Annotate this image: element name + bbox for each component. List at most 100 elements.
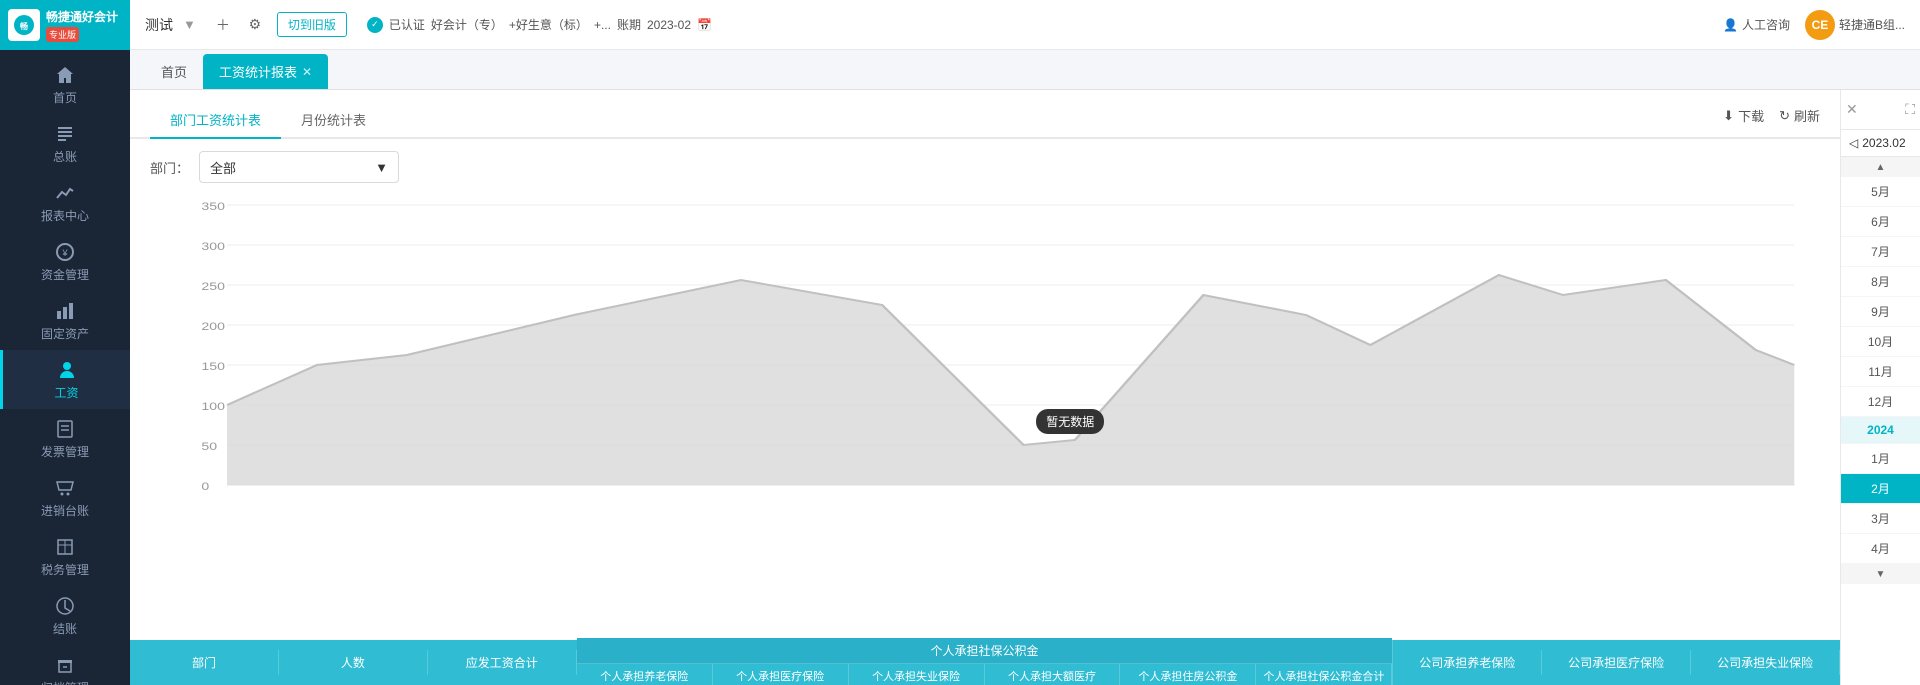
- home-icon: [55, 65, 75, 85]
- tax-icon: [55, 537, 75, 557]
- switch-old-btn[interactable]: 切到旧版: [277, 12, 347, 37]
- left-panel: 部门工资统计表 月份统计表 ⬇ 下载 ↻ 刷新: [130, 90, 1840, 685]
- month-8[interactable]: 8月: [1841, 267, 1920, 297]
- sidebar-item-funds[interactable]: ¥ 资金管理: [0, 232, 130, 291]
- salary-chart: 350 300 250 200 150 100 50 0: [150, 195, 1820, 525]
- col-total-insurance: 个人承担社保公积金合计: [1256, 664, 1392, 685]
- month-2024-2[interactable]: 2月: [1841, 474, 1920, 504]
- status-more: +...: [594, 18, 611, 32]
- subtab-dept-salary[interactable]: 部门工资统计表: [150, 102, 281, 139]
- svg-text:200: 200: [201, 320, 225, 332]
- sidebar-item-close[interactable]: 结账: [0, 586, 130, 645]
- svg-text:250: 250: [201, 280, 225, 292]
- consultant-btn[interactable]: 👤 人工咨询: [1723, 16, 1790, 33]
- sidebar-item-ledger[interactable]: 总账: [0, 114, 130, 173]
- add-btn[interactable]: ＋: [211, 13, 235, 37]
- sidebar-nav: 首页 总账 报表中心 ¥ 资金管理 固定资产 工资 发票管理 进销: [0, 50, 130, 685]
- tabsbar: 首页 工资统计报表 ✕: [130, 50, 1920, 90]
- tab-home[interactable]: 首页: [145, 54, 203, 89]
- refresh-icon: ↻: [1779, 108, 1790, 124]
- table-col-company-pension: 公司承担养老保险: [1393, 650, 1542, 675]
- tab-salary-report[interactable]: 工资统计报表 ✕: [203, 54, 328, 89]
- svg-text:50: 50: [201, 440, 217, 452]
- refresh-btn[interactable]: ↻ 刷新: [1779, 106, 1820, 125]
- subtab-actions: ⬇ 下载 ↻ 刷新: [1723, 106, 1820, 133]
- subtab-monthly[interactable]: 月份统计表: [281, 102, 386, 139]
- sidebar-item-sales[interactable]: 进销台账: [0, 468, 130, 527]
- sidebar-item-reports[interactable]: 报表中心: [0, 173, 130, 232]
- month-2024-3[interactable]: 3月: [1841, 504, 1920, 534]
- dept-filter-select[interactable]: 全部 ▼: [199, 151, 399, 183]
- month-5[interactable]: 5月: [1841, 177, 1920, 207]
- topbar-status: ✓ 已认证 好会计（专） +好生意（标） +... 账期 2023-02 📅: [367, 16, 712, 33]
- sidebar-item-invoice[interactable]: 发票管理: [0, 409, 130, 468]
- month-11[interactable]: 11月: [1841, 357, 1920, 387]
- download-btn[interactable]: ⬇ 下载: [1723, 106, 1764, 125]
- svg-text:畅: 畅: [20, 21, 28, 31]
- close-accounts-icon: [55, 596, 75, 616]
- sidebar-item-archive[interactable]: 归档管理: [0, 645, 130, 685]
- status-certified: 已认证: [389, 16, 425, 33]
- date-nav-down-btn[interactable]: ▼: [1841, 564, 1920, 584]
- reports-icon: [55, 183, 75, 203]
- month-2024-4[interactable]: 4月: [1841, 534, 1920, 564]
- right-panel-header: ✕ ⛶: [1841, 90, 1920, 130]
- sales-icon: [55, 478, 75, 498]
- table-header-group-personal: 个人承担社保公积金 个人承担养老保险 个人承担医疗保险 个人承担失业保险 个人承…: [577, 638, 1394, 685]
- invoice-icon: [55, 419, 75, 439]
- date-current-display: ◁ 2023.02: [1841, 130, 1920, 157]
- sidebar-item-salary[interactable]: 工资: [0, 350, 130, 409]
- year-2024-label: 2024: [1841, 417, 1920, 444]
- svg-text:¥: ¥: [61, 248, 68, 258]
- status-good-accounting: 好会计（专）: [431, 16, 503, 33]
- month-10[interactable]: 10月: [1841, 327, 1920, 357]
- sidebar-item-home[interactable]: 首页: [0, 55, 130, 114]
- month-6[interactable]: 6月: [1841, 207, 1920, 237]
- archive-icon: [55, 655, 75, 675]
- date-picker: ◁ 2023.02 ▲ 5月 6月 7月 8月 9月 10月 11月 12月: [1841, 130, 1920, 685]
- topbar-actions: ＋ ⚙: [211, 13, 267, 37]
- quick-access-btn[interactable]: CE 轻捷通B组...: [1805, 10, 1905, 40]
- col-medical: 个人承担医疗保险: [713, 664, 849, 685]
- year-2024-section: 1月 2月 3月 4月: [1841, 444, 1920, 564]
- content-area: 部门工资统计表 月份统计表 ⬇ 下载 ↻ 刷新: [130, 90, 1920, 685]
- date-nav-up-btn[interactable]: ▲: [1841, 157, 1920, 177]
- filter-label: 部门：: [150, 158, 189, 177]
- sidebar-item-tax[interactable]: 税务管理: [0, 527, 130, 586]
- panel-close-icon[interactable]: ✕: [1846, 101, 1858, 118]
- sidebar: 畅 畅捷通好会计 专业版 首页 总账 报表中心 ¥ 资金管理 固定资产: [0, 0, 130, 685]
- sidebar-item-assets[interactable]: 固定资产: [0, 291, 130, 350]
- calendar-icon[interactable]: 📅: [697, 18, 712, 32]
- month-7[interactable]: 7月: [1841, 237, 1920, 267]
- logo-text: 畅捷通好会计 专业版: [46, 8, 118, 42]
- table-col-dept: 部门: [130, 650, 279, 675]
- col-pension: 个人承担养老保险: [577, 664, 713, 685]
- salary-icon: [57, 360, 77, 380]
- month-12[interactable]: 12月: [1841, 387, 1920, 417]
- col-housing-fund: 个人承担住房公积金: [1120, 664, 1256, 685]
- topbar: 测试 ▼ ＋ ⚙ 切到旧版 ✓ 已认证 好会计（专） +好生意（标） +... …: [130, 0, 1920, 50]
- svg-text:0: 0: [201, 480, 209, 492]
- status-period-label: 账期: [617, 16, 641, 33]
- svg-text:350: 350: [201, 200, 225, 212]
- svg-text:300: 300: [201, 240, 225, 252]
- tab-close-icon[interactable]: ✕: [302, 65, 312, 79]
- download-icon: ⬇: [1723, 108, 1734, 124]
- month-2024-1[interactable]: 1月: [1841, 444, 1920, 474]
- funds-icon: ¥: [55, 242, 75, 262]
- consultant-icon: 👤: [1723, 18, 1738, 32]
- sidebar-logo: 畅 畅捷通好会计 专业版: [0, 0, 130, 50]
- col-unemployment: 个人承担失业保险: [849, 664, 985, 685]
- topbar-dropdown-icon[interactable]: ▼: [183, 17, 196, 32]
- month-9[interactable]: 9月: [1841, 297, 1920, 327]
- status-period-value: 2023-02: [647, 18, 691, 32]
- subtabs: 部门工资统计表 月份统计表 ⬇ 下载 ↻ 刷新: [130, 90, 1840, 139]
- date-nav-icon: ◁: [1849, 136, 1858, 150]
- status-good-business: +好生意（标）: [509, 16, 588, 33]
- panel-expand-icon[interactable]: ⛶: [1905, 101, 1915, 118]
- select-chevron-icon: ▼: [375, 160, 388, 175]
- right-panel-date-picker: ✕ ⛶ ◁ 2023.02 ▲ 5月 6月 7月 8月 9月 10: [1840, 90, 1920, 685]
- settings-btn[interactable]: ⚙: [243, 13, 267, 37]
- user-avatar: CE: [1805, 10, 1835, 40]
- table-col-total-salary: 应发工资合计: [428, 650, 577, 675]
